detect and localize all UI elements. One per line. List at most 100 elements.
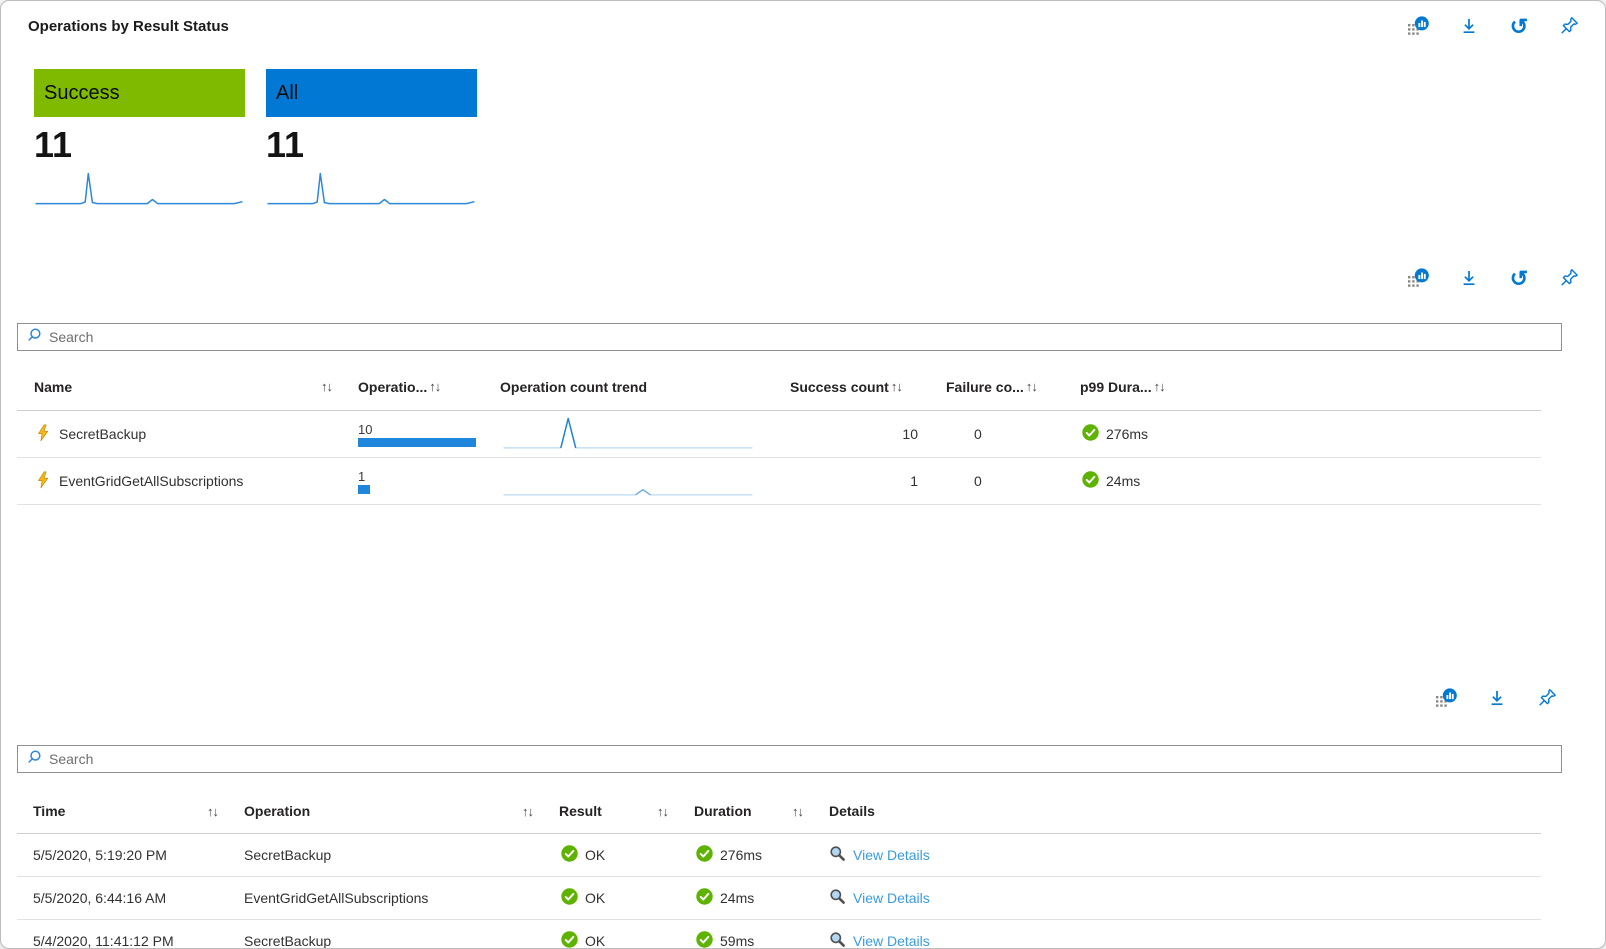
operation-count-bar xyxy=(358,485,370,494)
operation-count-value: 1 xyxy=(358,469,370,484)
tile-all-value: 11 xyxy=(266,120,477,170)
column-header-details[interactable]: Details xyxy=(829,803,1541,819)
operation-count-bar xyxy=(358,438,476,447)
tile-success-label: Success xyxy=(34,82,120,105)
tile-all[interactable]: All 11 xyxy=(266,69,477,206)
change-visualization-button[interactable] xyxy=(1407,15,1431,39)
download-icon xyxy=(1487,688,1507,711)
table-row[interactable]: 5/5/2020, 5:19:20 PM SecretBackup OK 276… xyxy=(17,834,1541,877)
success-count-value: 1 xyxy=(790,473,926,489)
event-result: OK xyxy=(585,847,605,863)
change-visualization-button[interactable] xyxy=(1435,687,1459,711)
tile-all-sparkline xyxy=(266,172,476,206)
view-details-link[interactable]: View Details xyxy=(853,933,930,949)
failure-count-value: 0 xyxy=(926,473,1074,489)
table-row[interactable]: SecretBackup 10 10 0 276 xyxy=(17,411,1541,458)
sort-icon[interactable]: ↑↓ xyxy=(207,804,218,819)
event-duration: 24ms xyxy=(720,890,754,906)
sort-icon[interactable]: ↑↓ xyxy=(321,379,332,394)
table-row[interactable]: EventGridGetAllSubscriptions 1 1 0 xyxy=(17,458,1541,505)
tile-success-value: 11 xyxy=(34,120,245,170)
operation-name: SecretBackup xyxy=(59,426,146,442)
export-button[interactable] xyxy=(1457,267,1481,291)
search-icon xyxy=(26,749,42,770)
column-header-failure-count[interactable]: Failure co... ↑↓ xyxy=(926,379,1074,395)
events-table: Time ↑↓ Operation ↑↓ Result ↑↓ Duration … xyxy=(17,789,1541,949)
pin-button[interactable] xyxy=(1535,687,1559,711)
column-header-name[interactable]: Name ↑↓ xyxy=(17,379,358,395)
event-duration: 59ms xyxy=(720,933,754,949)
green-check-icon xyxy=(561,888,578,908)
tile-success-band: Success xyxy=(34,69,245,117)
event-result: OK xyxy=(585,933,605,949)
column-header-p99-duration[interactable]: p99 Dura... ↑↓ xyxy=(1074,379,1541,395)
operations-table-toolbar: ↺ xyxy=(1407,267,1581,291)
undo-button[interactable]: ↺ xyxy=(1507,267,1531,291)
p99-duration-value: 276ms xyxy=(1106,426,1148,442)
event-operation: SecretBackup xyxy=(244,847,559,863)
bar-chart-bubble-icon xyxy=(1408,16,1430,39)
bar-chart-bubble-icon xyxy=(1436,688,1458,711)
tile-success[interactable]: Success 11 xyxy=(34,69,245,206)
sort-icon[interactable]: ↑↓ xyxy=(429,379,440,394)
magnifier-icon xyxy=(829,888,846,908)
download-icon xyxy=(1459,268,1479,291)
undo-icon: ↺ xyxy=(1510,269,1528,289)
column-header-success-count[interactable]: Success count ↑↓ xyxy=(790,379,926,395)
pin-icon xyxy=(1559,268,1579,291)
table-row[interactable]: 5/4/2020, 11:41:12 PM SecretBackup OK 59… xyxy=(17,920,1541,949)
sort-icon[interactable]: ↑↓ xyxy=(1026,379,1037,394)
column-header-duration[interactable]: Duration ↑↓ xyxy=(694,803,829,819)
column-header-operation-count[interactable]: Operatio... ↑↓ xyxy=(358,379,500,395)
column-header-time[interactable]: Time ↑↓ xyxy=(17,803,244,819)
table-row[interactable]: 5/5/2020, 6:44:16 AM EventGridGetAllSubs… xyxy=(17,877,1541,920)
panel-toolbar: ↺ xyxy=(1407,15,1581,39)
event-time: 5/4/2020, 11:41:12 PM xyxy=(17,933,244,949)
event-operation: SecretBackup xyxy=(244,933,559,949)
success-count-value: 10 xyxy=(790,426,926,442)
tile-all-label: All xyxy=(266,82,298,105)
operation-name: EventGridGetAllSubscriptions xyxy=(59,473,243,489)
green-check-icon xyxy=(561,931,578,949)
operation-trend-sparkline xyxy=(502,464,754,498)
operations-by-result-status-panel: Operations by Result Status xyxy=(0,0,1606,949)
export-button[interactable] xyxy=(1485,687,1509,711)
green-check-icon xyxy=(696,845,713,865)
pin-button[interactable] xyxy=(1557,15,1581,39)
sort-icon[interactable]: ↑↓ xyxy=(657,804,668,819)
magnifier-icon xyxy=(829,845,846,865)
view-details-link[interactable]: View Details xyxy=(853,847,930,863)
green-check-icon xyxy=(696,888,713,908)
pin-button[interactable] xyxy=(1557,267,1581,291)
event-result: OK xyxy=(585,890,605,906)
export-button[interactable] xyxy=(1457,15,1481,39)
operations-table-header: Name ↑↓ Operatio... ↑↓ Operation count t… xyxy=(17,363,1541,411)
tile-all-band: All xyxy=(266,69,477,117)
sort-icon[interactable]: ↑↓ xyxy=(792,804,803,819)
p99-duration-value: 24ms xyxy=(1106,473,1140,489)
operation-trend-sparkline xyxy=(502,417,754,451)
failure-count-value: 0 xyxy=(926,426,1074,442)
pin-icon xyxy=(1559,16,1579,39)
green-check-icon xyxy=(696,931,713,949)
sort-icon[interactable]: ↑↓ xyxy=(1154,379,1165,394)
undo-icon: ↺ xyxy=(1510,17,1528,37)
change-visualization-button[interactable] xyxy=(1407,267,1431,291)
download-icon xyxy=(1459,16,1479,39)
pin-icon xyxy=(1537,688,1557,711)
column-header-result[interactable]: Result ↑↓ xyxy=(559,803,694,819)
events-search-input[interactable] xyxy=(42,750,1561,768)
sort-icon[interactable]: ↑↓ xyxy=(891,379,902,394)
sort-icon[interactable]: ↑↓ xyxy=(522,804,533,819)
kpi-tiles: Success 11 All 11 xyxy=(34,69,477,206)
column-header-operation-count-trend[interactable]: Operation count trend xyxy=(500,379,790,395)
event-duration: 276ms xyxy=(720,847,762,863)
undo-button[interactable]: ↺ xyxy=(1507,15,1531,39)
view-details-link[interactable]: View Details xyxy=(853,890,930,906)
operations-search-input[interactable] xyxy=(42,328,1561,346)
event-time: 5/5/2020, 5:19:20 PM xyxy=(17,847,244,863)
search-icon xyxy=(26,327,42,348)
column-header-operation[interactable]: Operation ↑↓ xyxy=(244,803,559,819)
lightning-bolt-icon xyxy=(36,471,50,492)
green-check-icon xyxy=(561,845,578,865)
